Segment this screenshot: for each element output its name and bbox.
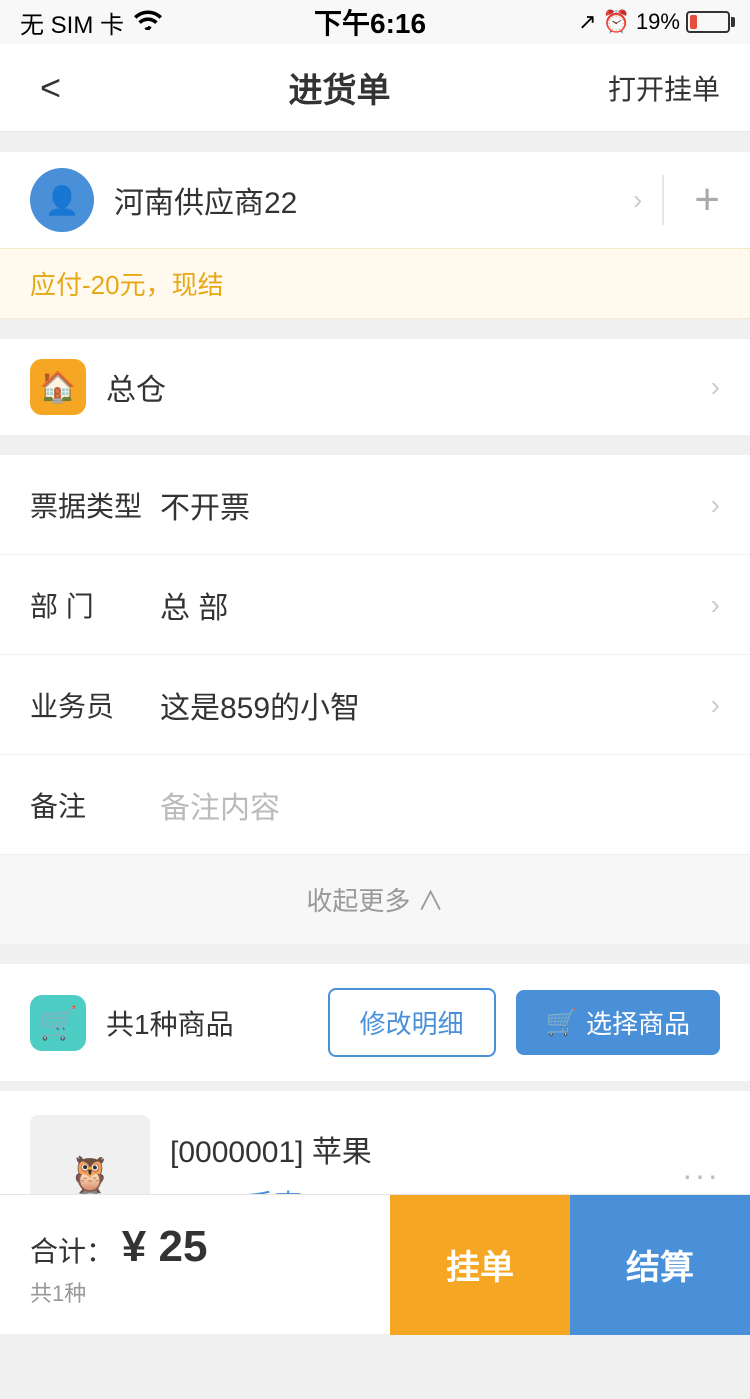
dept-value: 总 部	[160, 583, 711, 627]
settle-button[interactable]: 结算	[570, 1195, 750, 1335]
supplier-name: 河南供应商22	[114, 178, 633, 222]
battery-percentage: 19%	[636, 9, 680, 35]
hang-button[interactable]: 挂单	[390, 1195, 570, 1335]
supplier-avatar: 👤	[30, 168, 94, 232]
form-card: 票据类型 不开票 › 部 门 总 部 › 业务员 这是859的小智 › 备注 备…	[0, 455, 750, 855]
section-gap-4	[0, 944, 750, 964]
total-label: 合计：	[30, 1236, 114, 1267]
alert-text: 应付-20元，现结	[30, 270, 224, 300]
status-right: ↗ ⏰ 19%	[578, 9, 730, 35]
location-icon: ↗	[578, 9, 596, 35]
products-header: 🛒 共1种商品 修改明细 🛒 选择商品	[0, 964, 750, 1081]
open-hang-button[interactable]: 打开挂单	[608, 68, 720, 108]
salesman-chevron-icon: ›	[711, 689, 720, 721]
warehouse-chevron-icon: ›	[711, 371, 720, 403]
form-row-salesman[interactable]: 业务员 这是859的小智 ›	[0, 655, 750, 755]
dept-chevron-icon: ›	[711, 589, 720, 621]
wifi-icon	[134, 8, 162, 37]
status-bar: 无 SIM 卡 下午6:16 ↗ ⏰ 19%	[0, 0, 750, 44]
edit-detail-button[interactable]: 修改明细	[328, 988, 496, 1057]
add-button[interactable]: +	[694, 175, 720, 225]
products-icon: 🛒	[30, 995, 86, 1051]
supplier-chevron-icon: ›	[633, 184, 642, 216]
nav-bar: < 进货单 打开挂单	[0, 44, 750, 132]
product-name-text: 苹果	[312, 1136, 372, 1169]
alert-strip: 应付-20元，现结	[0, 248, 750, 319]
form-row-invoice[interactable]: 票据类型 不开票 ›	[0, 455, 750, 555]
warehouse-row[interactable]: 🏠 总仓 ›	[0, 339, 750, 435]
battery-icon	[686, 11, 730, 33]
dept-label: 部 门	[30, 585, 160, 625]
form-row-remark[interactable]: 备注 备注内容	[0, 755, 750, 855]
total-amount: ¥ 25	[122, 1222, 208, 1271]
remark-value: 备注内容	[160, 783, 720, 827]
supplier-row[interactable]: 👤 河南供应商22 › +	[0, 152, 750, 248]
salesman-value: 这是859的小智	[160, 683, 711, 727]
select-product-button[interactable]: 🛒 选择商品	[516, 990, 720, 1055]
page-title: 进货单	[289, 63, 391, 112]
owl-icon: 🦉	[68, 1154, 113, 1196]
carrier-text: 无 SIM 卡	[20, 5, 124, 40]
collapse-label: 收起更多 ∧	[306, 886, 443, 916]
collapse-row[interactable]: 收起更多 ∧	[0, 855, 750, 944]
total-count: 共1种	[30, 1276, 360, 1308]
remark-label: 备注	[30, 785, 160, 825]
section-gap-1	[0, 132, 750, 152]
section-gap-3	[0, 435, 750, 455]
back-button[interactable]: <	[30, 57, 71, 119]
warehouse-name: 总仓	[106, 365, 711, 409]
select-product-label: 选择商品	[586, 1004, 690, 1041]
product-more-button[interactable]: ···	[682, 1157, 720, 1194]
salesman-label: 业务员	[30, 685, 160, 725]
product-name: [0000001] 苹果	[170, 1127, 662, 1171]
products-count: 共1种商品	[106, 1003, 308, 1043]
supplier-divider	[662, 175, 664, 225]
warehouse-icon: 🏠	[30, 359, 86, 415]
supplier-card: 👤 河南供应商22 › + 应付-20元，现结	[0, 152, 750, 319]
status-left: 无 SIM 卡	[20, 5, 162, 40]
form-row-dept[interactable]: 部 门 总 部 ›	[0, 555, 750, 655]
bottom-bar: 合计： ¥ 25 共1种 挂单 结算	[0, 1194, 750, 1334]
product-code: [0000001]	[170, 1136, 303, 1169]
warehouse-card: 🏠 总仓 ›	[0, 339, 750, 435]
alarm-icon: ⏰	[603, 9, 630, 35]
cart-icon: 🛒	[546, 1007, 578, 1038]
invoice-chevron-icon: ›	[711, 489, 720, 521]
total-section: 合计： ¥ 25 共1种	[0, 1222, 390, 1308]
section-gap-2	[0, 319, 750, 339]
status-time: 下午6:16	[314, 2, 426, 42]
invoice-value: 不开票	[160, 483, 711, 527]
invoice-label: 票据类型	[30, 485, 160, 525]
